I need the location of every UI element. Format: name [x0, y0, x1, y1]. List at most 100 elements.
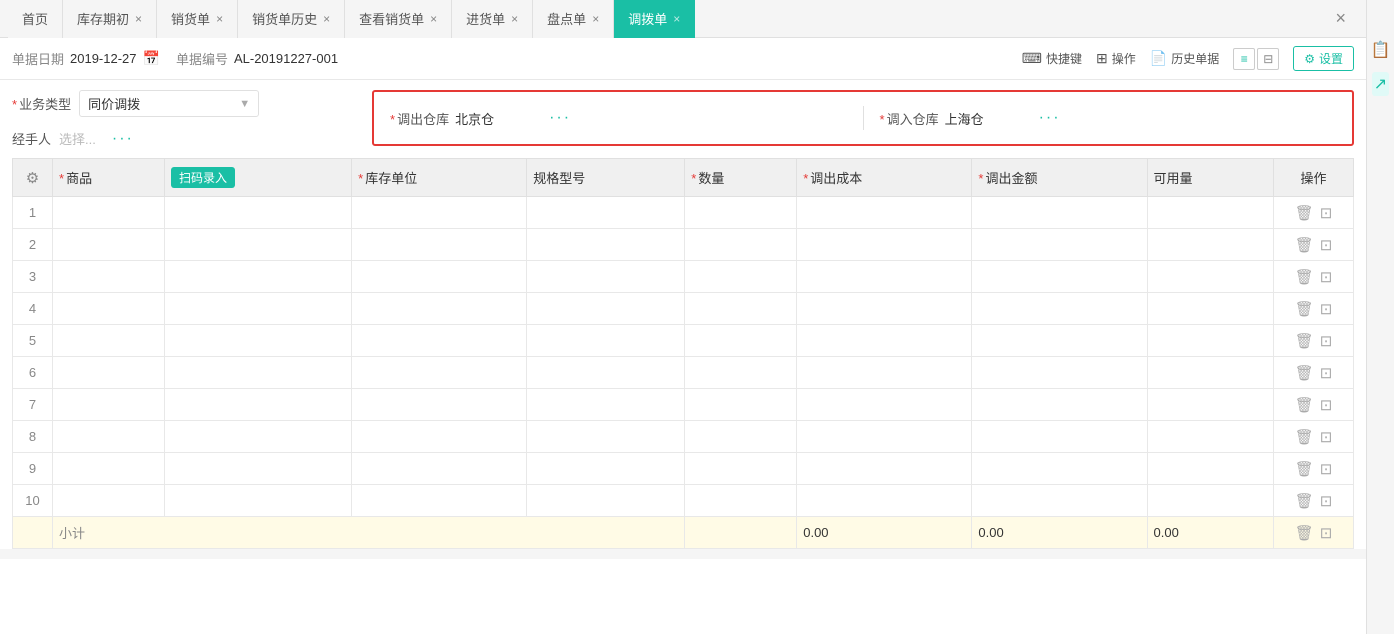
- close-icon[interactable]: ×: [511, 12, 518, 26]
- unit-cell-2[interactable]: [352, 261, 527, 293]
- product-cell-9[interactable]: [53, 485, 165, 517]
- in-warehouse-more-button[interactable]: ···: [1039, 109, 1061, 127]
- tab-purchase[interactable]: 进货单 ×: [452, 0, 533, 38]
- close-icon[interactable]: ×: [216, 12, 223, 26]
- delete-icon[interactable]: 🗑: [1295, 524, 1314, 542]
- available-cell-9[interactable]: [1147, 485, 1273, 517]
- unit-cell-9[interactable]: [352, 485, 527, 517]
- amount-cell-1[interactable]: [972, 229, 1147, 261]
- copy-icon[interactable]: ⊡: [1320, 332, 1333, 350]
- delete-icon[interactable]: 🗑: [1295, 300, 1314, 318]
- delete-icon[interactable]: 🗑: [1295, 364, 1314, 382]
- unit-cell-1[interactable]: [352, 229, 527, 261]
- product-cell-5[interactable]: [53, 357, 165, 389]
- calendar-icon[interactable]: 📅: [143, 50, 160, 67]
- product-cell-6[interactable]: [53, 389, 165, 421]
- window-close-button[interactable]: ×: [1323, 8, 1358, 29]
- amount-cell-7[interactable]: [972, 421, 1147, 453]
- amount-cell-4[interactable]: [972, 325, 1147, 357]
- scan-button[interactable]: 扫码录入: [171, 167, 235, 188]
- tab-home[interactable]: 首页: [8, 0, 63, 38]
- cost-cell-9[interactable]: [797, 485, 972, 517]
- close-icon[interactable]: ×: [592, 12, 599, 26]
- amount-cell-8[interactable]: [972, 453, 1147, 485]
- delete-icon[interactable]: 🗑: [1295, 428, 1314, 446]
- cost-cell-4[interactable]: [797, 325, 972, 357]
- qty-cell-3[interactable]: [685, 293, 797, 325]
- qty-cell-0[interactable]: [685, 197, 797, 229]
- available-cell-7[interactable]: [1147, 421, 1273, 453]
- spec-cell-4[interactable]: [527, 325, 685, 357]
- close-icon[interactable]: ×: [673, 12, 680, 26]
- biz-type-select[interactable]: 同价调拨 ▼: [79, 90, 259, 117]
- delete-icon[interactable]: 🗑: [1295, 460, 1314, 478]
- copy-icon[interactable]: ⊡: [1320, 204, 1333, 222]
- qty-cell-5[interactable]: [685, 357, 797, 389]
- copy-icon[interactable]: ⊡: [1320, 364, 1333, 382]
- delete-icon[interactable]: 🗑: [1295, 492, 1314, 510]
- tab-inventory-check[interactable]: 盘点单 ×: [533, 0, 614, 38]
- available-cell-8[interactable]: [1147, 453, 1273, 485]
- cost-cell-3[interactable]: [797, 293, 972, 325]
- cost-cell-6[interactable]: [797, 389, 972, 421]
- spec-cell-3[interactable]: [527, 293, 685, 325]
- product-cell-1[interactable]: [53, 229, 165, 261]
- spec-cell-0[interactable]: [527, 197, 685, 229]
- qty-cell-4[interactable]: [685, 325, 797, 357]
- qty-cell-7[interactable]: [685, 421, 797, 453]
- copy-icon[interactable]: ⊡: [1320, 300, 1333, 318]
- cost-cell-1[interactable]: [797, 229, 972, 261]
- product-cell-3[interactable]: [53, 293, 165, 325]
- tab-sales-history[interactable]: 销货单历史 ×: [238, 0, 345, 38]
- product-cell-2[interactable]: [53, 261, 165, 293]
- quick-keys-button[interactable]: ⌨ 快捷键: [1022, 50, 1082, 67]
- product-cell-8[interactable]: [53, 453, 165, 485]
- available-cell-2[interactable]: [1147, 261, 1273, 293]
- panel-expand-icon[interactable]: ↗: [1372, 72, 1389, 96]
- unit-cell-6[interactable]: [352, 389, 527, 421]
- amount-cell-9[interactable]: [972, 485, 1147, 517]
- delete-icon[interactable]: 🗑: [1295, 396, 1314, 414]
- close-icon[interactable]: ×: [430, 12, 437, 26]
- amount-cell-5[interactable]: [972, 357, 1147, 389]
- unit-cell-7[interactable]: [352, 421, 527, 453]
- close-icon[interactable]: ×: [323, 12, 330, 26]
- delete-icon[interactable]: 🗑: [1295, 332, 1314, 350]
- layout-toggle-1[interactable]: ≡: [1233, 48, 1255, 70]
- settings-icon[interactable]: ⚙: [26, 170, 39, 187]
- cost-cell-7[interactable]: [797, 421, 972, 453]
- tab-sales-order[interactable]: 销货单 ×: [157, 0, 238, 38]
- available-cell-5[interactable]: [1147, 357, 1273, 389]
- unit-cell-5[interactable]: [352, 357, 527, 389]
- amount-cell-0[interactable]: [972, 197, 1147, 229]
- copy-icon[interactable]: ⊡: [1320, 524, 1333, 542]
- product-cell-0[interactable]: [53, 197, 165, 229]
- spec-cell-2[interactable]: [527, 261, 685, 293]
- cost-cell-5[interactable]: [797, 357, 972, 389]
- spec-cell-5[interactable]: [527, 357, 685, 389]
- copy-icon[interactable]: ⊡: [1320, 460, 1333, 478]
- qty-cell-1[interactable]: [685, 229, 797, 261]
- settings-button[interactable]: ⚙ 设置: [1293, 46, 1354, 71]
- out-warehouse-more-button[interactable]: ···: [549, 109, 571, 127]
- unit-cell-4[interactable]: [352, 325, 527, 357]
- spec-cell-6[interactable]: [527, 389, 685, 421]
- amount-cell-3[interactable]: [972, 293, 1147, 325]
- tab-view-sales[interactable]: 查看销货单 ×: [345, 0, 452, 38]
- tab-inventory-init[interactable]: 库存期初 ×: [63, 0, 157, 38]
- close-icon[interactable]: ×: [135, 12, 142, 26]
- spec-cell-8[interactable]: [527, 453, 685, 485]
- spec-cell-1[interactable]: [527, 229, 685, 261]
- horizontal-scrollbar[interactable]: [0, 549, 1366, 559]
- spec-cell-9[interactable]: [527, 485, 685, 517]
- product-cell-4[interactable]: [53, 325, 165, 357]
- col-scan-header[interactable]: 扫码录入: [164, 159, 351, 197]
- tab-transfer[interactable]: 调拨单 ×: [614, 0, 695, 38]
- copy-icon[interactable]: ⊡: [1320, 428, 1333, 446]
- unit-cell-8[interactable]: [352, 453, 527, 485]
- available-cell-0[interactable]: [1147, 197, 1273, 229]
- copy-icon[interactable]: ⊡: [1320, 396, 1333, 414]
- operations-button[interactable]: ⊞ 操作: [1096, 50, 1136, 67]
- amount-cell-2[interactable]: [972, 261, 1147, 293]
- qty-cell-8[interactable]: [685, 453, 797, 485]
